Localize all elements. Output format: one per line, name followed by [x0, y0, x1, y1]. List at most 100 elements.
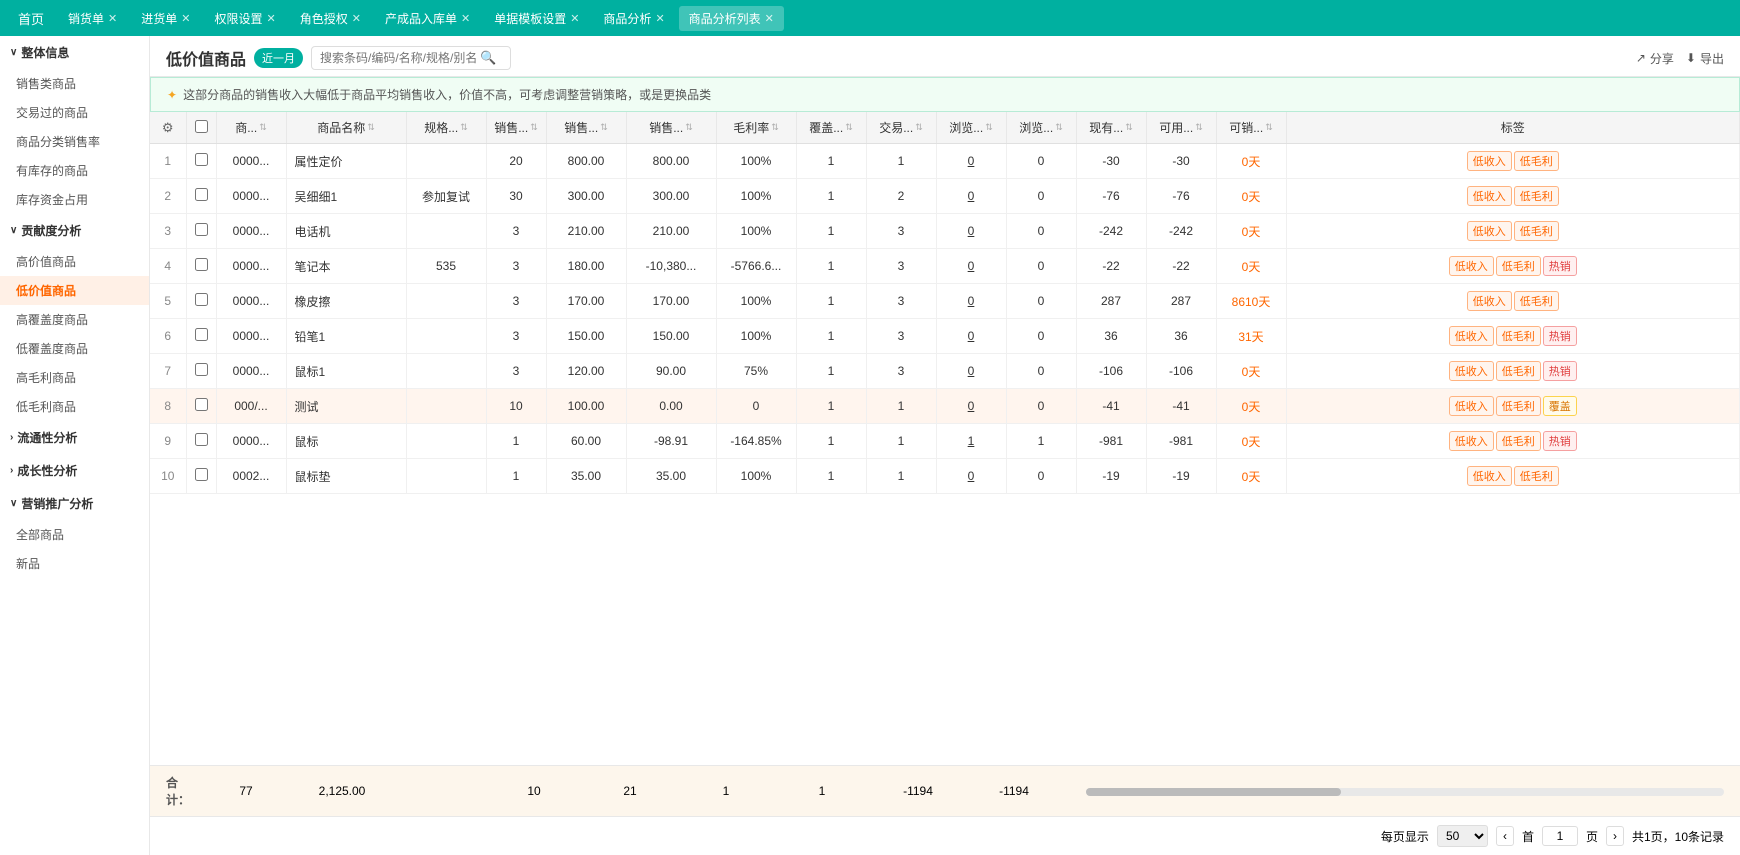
- cell-code: 000/...: [216, 389, 286, 424]
- sidebar-item-traded-goods[interactable]: 交易过的商品: [0, 98, 149, 127]
- row-checkbox-8[interactable]: [195, 433, 208, 446]
- view1-link[interactable]: 0: [968, 329, 975, 343]
- view1-link[interactable]: 0: [968, 259, 975, 273]
- row-checkbox-3[interactable]: [195, 258, 208, 271]
- footer-stock-current: -1194: [878, 784, 958, 798]
- sidebar-item-category-rate[interactable]: 商品分类销售率: [0, 127, 149, 156]
- nav-product-analysis[interactable]: 商品分析 ✕: [593, 6, 674, 31]
- sort-spec[interactable]: ⇅: [460, 122, 468, 133]
- view1-link[interactable]: 0: [968, 189, 975, 203]
- sort-stock-current[interactable]: ⇅: [1125, 122, 1133, 133]
- table-container[interactable]: ⚙ 商...⇅ 商品名称⇅ 规格...⇅: [150, 112, 1740, 765]
- page-size-select[interactable]: 50 100: [1437, 825, 1488, 847]
- page-next-button[interactable]: ›: [1606, 826, 1624, 846]
- page-prev-button[interactable]: ‹: [1496, 826, 1514, 846]
- cell-tags: 低收入低毛利: [1286, 284, 1740, 319]
- row-checkbox-0[interactable]: [195, 153, 208, 166]
- nav-close-product[interactable]: ✕: [461, 12, 470, 25]
- nav-close-permission[interactable]: ✕: [267, 12, 276, 25]
- nav-close-list[interactable]: ✕: [765, 12, 774, 25]
- sort-stock-usable[interactable]: ⇅: [1195, 122, 1203, 133]
- tag-低收入: 低收入: [1467, 186, 1512, 206]
- cell-sale-cost: 150.00: [626, 319, 716, 354]
- sidebar-group-flow[interactable]: › 流通性分析: [0, 421, 149, 454]
- cell-stock-usable: -242: [1146, 214, 1216, 249]
- sort-code[interactable]: ⇅: [259, 122, 267, 133]
- nav-analysis-list[interactable]: 商品分析列表 ✕: [679, 6, 784, 31]
- sidebar-item-low-value[interactable]: 低价值商品: [0, 276, 149, 305]
- sidebar-item-new-goods[interactable]: 新品: [0, 549, 149, 578]
- view1-link[interactable]: 1: [968, 434, 975, 448]
- cell-spec: [406, 459, 486, 494]
- sidebar-item-high-value[interactable]: 高价值商品: [0, 247, 149, 276]
- search-icon[interactable]: 🔍: [480, 50, 496, 66]
- nav-close-analysis[interactable]: ✕: [655, 12, 664, 25]
- cell-view2: 1: [1006, 424, 1076, 459]
- sort-sale-qty[interactable]: ⇅: [530, 122, 538, 133]
- view1-link[interactable]: 0: [968, 399, 975, 413]
- view1-link[interactable]: 0: [968, 469, 975, 483]
- sort-name[interactable]: ⇅: [367, 122, 375, 133]
- sidebar-group-overall[interactable]: ∨ 整体信息: [0, 36, 149, 69]
- nav-close-sales[interactable]: ✕: [108, 12, 117, 25]
- col-sale-amount: 销售...⇅: [546, 112, 626, 144]
- cell-sale-qty: 3: [486, 354, 546, 389]
- col-view1: 浏览...⇅: [936, 112, 1006, 144]
- view1-link[interactable]: 0: [968, 364, 975, 378]
- checkbox-all[interactable]: [195, 120, 208, 133]
- row-checkbox-4[interactable]: [195, 293, 208, 306]
- nav-sales-order[interactable]: 销货单 ✕: [58, 6, 127, 31]
- export-button[interactable]: ⬇ 导出: [1686, 50, 1724, 67]
- cell-sale-amount: 150.00: [546, 319, 626, 354]
- cell-view1: 0: [936, 249, 1006, 284]
- row-checkbox-5[interactable]: [195, 328, 208, 341]
- view1-link[interactable]: 0: [968, 224, 975, 238]
- sort-view2[interactable]: ⇅: [1055, 122, 1063, 133]
- sort-trade[interactable]: ⇅: [915, 122, 923, 133]
- cell-coverage: 1: [796, 424, 866, 459]
- sidebar-item-sales-goods[interactable]: 销售类商品: [0, 69, 149, 98]
- sidebar-item-all-goods[interactable]: 全部商品: [0, 520, 149, 549]
- sidebar-item-low-coverage[interactable]: 低覆盖度商品: [0, 334, 149, 363]
- nav-close-purchase[interactable]: ✕: [181, 12, 190, 25]
- view1-link[interactable]: 0: [968, 154, 975, 168]
- sidebar-item-stocked-goods[interactable]: 有库存的商品: [0, 156, 149, 185]
- gear-icon[interactable]: ⚙: [162, 120, 174, 135]
- sidebar-item-low-margin[interactable]: 低毛利商品: [0, 392, 149, 421]
- cell-margin: 100%: [716, 179, 796, 214]
- tag-recent[interactable]: 近一月: [254, 48, 303, 68]
- view1-link[interactable]: 0: [968, 294, 975, 308]
- search-input[interactable]: [320, 51, 480, 65]
- sidebar-group-marketing[interactable]: ∨ 营销推广分析: [0, 487, 149, 520]
- cell-coverage: 1: [796, 179, 866, 214]
- nav-close-role[interactable]: ✕: [352, 12, 361, 25]
- nav-purchase-order[interactable]: 进货单 ✕: [131, 6, 200, 31]
- sort-margin[interactable]: ⇅: [771, 122, 779, 133]
- sidebar-item-high-coverage[interactable]: 高覆盖度商品: [0, 305, 149, 334]
- tag-低毛利: 低毛利: [1514, 466, 1559, 486]
- nav-product-stock[interactable]: 产成品入库单 ✕: [375, 6, 480, 31]
- row-checkbox-7[interactable]: [195, 398, 208, 411]
- sidebar-group-contribution[interactable]: ∨ 贡献度分析: [0, 214, 149, 247]
- row-checkbox-9[interactable]: [195, 468, 208, 481]
- table-row: 3 0000... 电话机 3 210.00 210.00 100% 1 3 0…: [150, 214, 1740, 249]
- sort-coverage[interactable]: ⇅: [845, 122, 853, 133]
- row-checkbox-1[interactable]: [195, 188, 208, 201]
- sort-stock-sale[interactable]: ⇅: [1265, 122, 1273, 133]
- sidebar-group-growth[interactable]: › 成长性分析: [0, 454, 149, 487]
- sidebar-item-stock-fund[interactable]: 库存资金占用: [0, 185, 149, 214]
- nav-role-auth[interactable]: 角色授权 ✕: [290, 6, 371, 31]
- sort-sale-amount[interactable]: ⇅: [600, 122, 608, 133]
- page-input[interactable]: [1542, 826, 1578, 846]
- nav-template-setting[interactable]: 单据模板设置 ✕: [484, 6, 589, 31]
- sort-sale-cost[interactable]: ⇅: [685, 122, 693, 133]
- sort-view1[interactable]: ⇅: [985, 122, 993, 133]
- cell-name: 吴细细1: [286, 179, 406, 214]
- share-button[interactable]: ↗ 分享: [1636, 50, 1674, 67]
- row-checkbox-6[interactable]: [195, 363, 208, 376]
- nav-close-template[interactable]: ✕: [570, 12, 579, 25]
- nav-home[interactable]: 首页: [8, 5, 54, 32]
- nav-permission[interactable]: 权限设置 ✕: [204, 6, 285, 31]
- sidebar-item-high-margin[interactable]: 高毛利商品: [0, 363, 149, 392]
- row-checkbox-2[interactable]: [195, 223, 208, 236]
